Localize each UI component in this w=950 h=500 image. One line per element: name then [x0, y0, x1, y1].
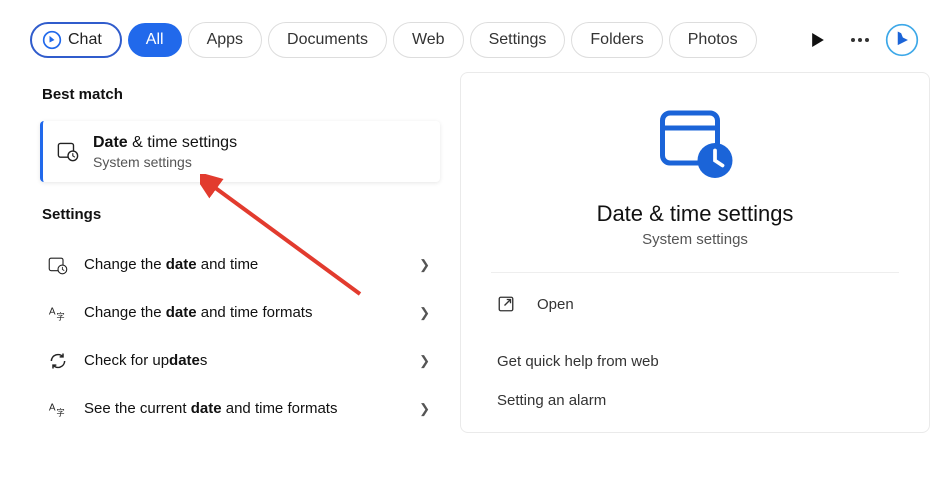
- bing-logo-icon[interactable]: [884, 22, 920, 58]
- detail-hero: Date & time settings System settings: [491, 103, 899, 273]
- open-action[interactable]: Open: [491, 273, 899, 335]
- row-text: Change the date and time: [84, 255, 258, 275]
- chevron-right-icon: ❯: [419, 257, 430, 273]
- svg-text:字: 字: [56, 407, 64, 417]
- tab-documents[interactable]: Documents: [268, 22, 387, 58]
- best-match-item[interactable]: Date & time settings System settings: [40, 121, 440, 182]
- tab-all[interactable]: All: [128, 23, 182, 57]
- row-text: Change the date and time formats: [84, 303, 312, 323]
- setting-row-check-updates[interactable]: Check for updates ❯: [40, 337, 440, 385]
- right-panel: Date & time settings System settings Ope…: [460, 72, 930, 433]
- datetime-icon: [57, 140, 79, 162]
- help-label: Get quick help from web: [491, 335, 899, 382]
- datetime-large-icon: [655, 103, 735, 183]
- left-panel: Best match Date & time settings System s…: [40, 76, 440, 433]
- content: Best match Date & time settings System s…: [0, 76, 950, 433]
- svg-text:字: 字: [56, 311, 64, 321]
- open-label: Open: [537, 296, 574, 313]
- play-icon[interactable]: [800, 22, 836, 58]
- chevron-right-icon: ❯: [419, 305, 430, 321]
- setting-row-change-date-formats[interactable]: A字 Change the date and time formats ❯: [40, 289, 440, 337]
- row-text: See the current date and time formats: [84, 399, 337, 419]
- language-icon: A字: [48, 399, 68, 419]
- datetime-icon: [48, 255, 68, 275]
- tab-apps[interactable]: Apps: [188, 22, 262, 58]
- tab-folders[interactable]: Folders: [571, 22, 662, 58]
- svg-text:A: A: [49, 402, 56, 413]
- setting-row-change-date-time[interactable]: Change the date and time ❯: [40, 241, 440, 289]
- settings-label: Settings: [42, 206, 440, 223]
- best-match-title: Date & time settings: [93, 133, 237, 154]
- bing-chat-icon: [42, 30, 62, 50]
- open-icon: [497, 295, 515, 313]
- chat-label: Chat: [68, 31, 102, 49]
- tab-web[interactable]: Web: [393, 22, 464, 58]
- detail-title: Date & time settings: [597, 201, 794, 227]
- best-match-label: Best match: [42, 86, 440, 103]
- more-icon[interactable]: [842, 22, 878, 58]
- chevron-right-icon: ❯: [419, 401, 430, 417]
- detail-subtitle: System settings: [642, 231, 748, 248]
- help-link-alarm[interactable]: Setting an alarm: [491, 382, 899, 419]
- best-match-subtitle: System settings: [93, 154, 237, 170]
- topbar: Chat All Apps Documents Web Settings Fol…: [0, 0, 950, 76]
- svg-text:A: A: [49, 306, 56, 317]
- language-icon: A字: [48, 303, 68, 323]
- setting-row-see-current-formats[interactable]: A字 See the current date and time formats…: [40, 385, 440, 433]
- tab-photos[interactable]: Photos: [669, 22, 757, 58]
- tab-settings[interactable]: Settings: [470, 22, 566, 58]
- chat-button[interactable]: Chat: [30, 22, 122, 58]
- row-text: Check for updates: [84, 351, 207, 371]
- sync-icon: [48, 351, 68, 371]
- chevron-right-icon: ❯: [419, 353, 430, 369]
